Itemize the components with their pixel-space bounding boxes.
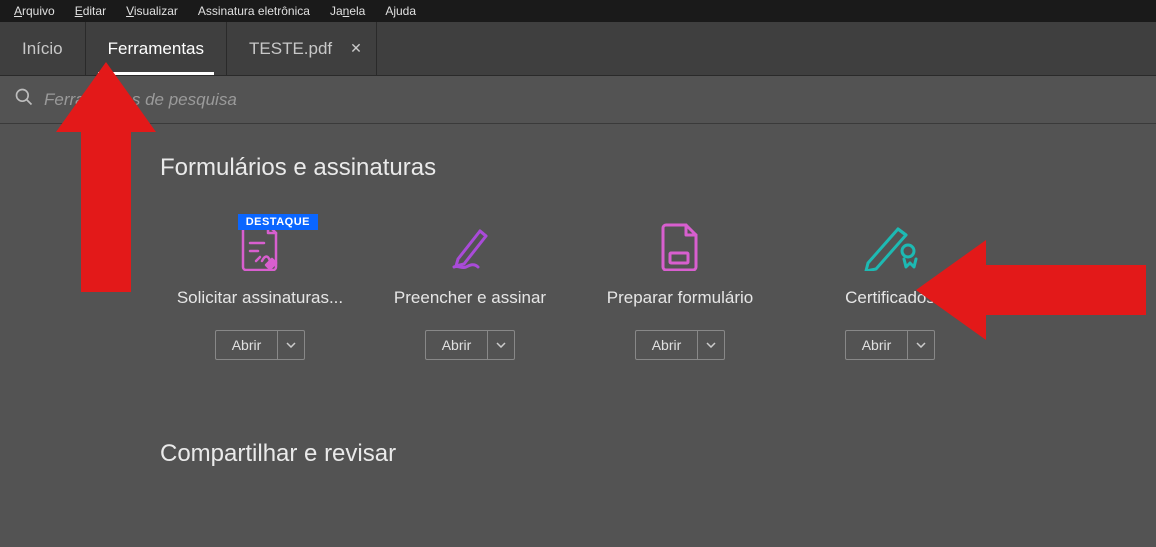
tool-label: Preencher e assinar bbox=[370, 288, 570, 308]
tab-tools[interactable]: Ferramentas bbox=[86, 22, 227, 75]
searchbar bbox=[0, 76, 1156, 124]
tool-label: Certificados bbox=[790, 288, 990, 308]
menu-editar[interactable]: Editar bbox=[67, 2, 114, 20]
open-button-group[interactable]: Abrir bbox=[635, 330, 726, 360]
chevron-down-icon[interactable] bbox=[488, 331, 514, 359]
open-button-group[interactable]: Abrir bbox=[215, 330, 306, 360]
section-title-forms: Formulários e assinaturas bbox=[160, 154, 1156, 182]
chevron-down-icon[interactable] bbox=[908, 331, 934, 359]
menu-assinatura[interactable]: Assinatura eletrônica bbox=[190, 2, 318, 20]
tool-fill-and-sign[interactable]: Preencher e assinar Abrir bbox=[370, 222, 570, 360]
menubar: Arquivo Editar Visualizar Assinatura ele… bbox=[0, 0, 1156, 22]
open-button-group[interactable]: Abrir bbox=[845, 330, 936, 360]
search-icon bbox=[14, 87, 34, 112]
tool-label: Solicitar assinaturas... bbox=[160, 288, 360, 308]
tab-file[interactable]: TESTE.pdf ✕ bbox=[227, 22, 377, 75]
menu-arquivo[interactable]: Arquivo bbox=[6, 2, 63, 20]
open-button[interactable]: Abrir bbox=[426, 331, 489, 359]
tab-home[interactable]: Início bbox=[0, 22, 86, 75]
open-button[interactable]: Abrir bbox=[846, 331, 909, 359]
fill-sign-icon bbox=[370, 222, 570, 272]
tab-file-label: TESTE.pdf bbox=[249, 39, 332, 59]
search-input[interactable] bbox=[44, 90, 1142, 110]
certificates-icon bbox=[790, 222, 990, 272]
badge-destaque: DESTAQUE bbox=[238, 214, 318, 230]
close-icon[interactable]: ✕ bbox=[350, 40, 362, 57]
tools-row: DESTAQUE Solicitar assinaturas... Abrir bbox=[160, 222, 1156, 360]
content-area: Formulários e assinaturas DESTAQUE Solic… bbox=[0, 124, 1156, 468]
tab-tools-label: Ferramentas bbox=[108, 39, 204, 59]
tool-label: Preparar formulário bbox=[580, 288, 780, 308]
menu-ajuda[interactable]: Ajuda bbox=[377, 2, 424, 20]
tab-home-label: Início bbox=[22, 39, 63, 59]
menu-visualizar[interactable]: Visualizar bbox=[118, 2, 186, 20]
open-button-group[interactable]: Abrir bbox=[425, 330, 516, 360]
chevron-down-icon[interactable] bbox=[278, 331, 304, 359]
menu-janela[interactable]: Janela bbox=[322, 2, 373, 20]
tool-certificates[interactable]: Certificados Abrir bbox=[790, 222, 990, 360]
tool-prepare-form[interactable]: Preparar formulário Abrir bbox=[580, 222, 780, 360]
chevron-down-icon[interactable] bbox=[698, 331, 724, 359]
section-title-share: Compartilhar e revisar bbox=[160, 440, 1156, 468]
tool-request-signatures[interactable]: DESTAQUE Solicitar assinaturas... Abrir bbox=[160, 222, 360, 360]
open-button[interactable]: Abrir bbox=[636, 331, 699, 359]
tabbar: Início Ferramentas TESTE.pdf ✕ bbox=[0, 22, 1156, 76]
prepare-form-icon bbox=[580, 222, 780, 272]
open-button[interactable]: Abrir bbox=[216, 331, 279, 359]
